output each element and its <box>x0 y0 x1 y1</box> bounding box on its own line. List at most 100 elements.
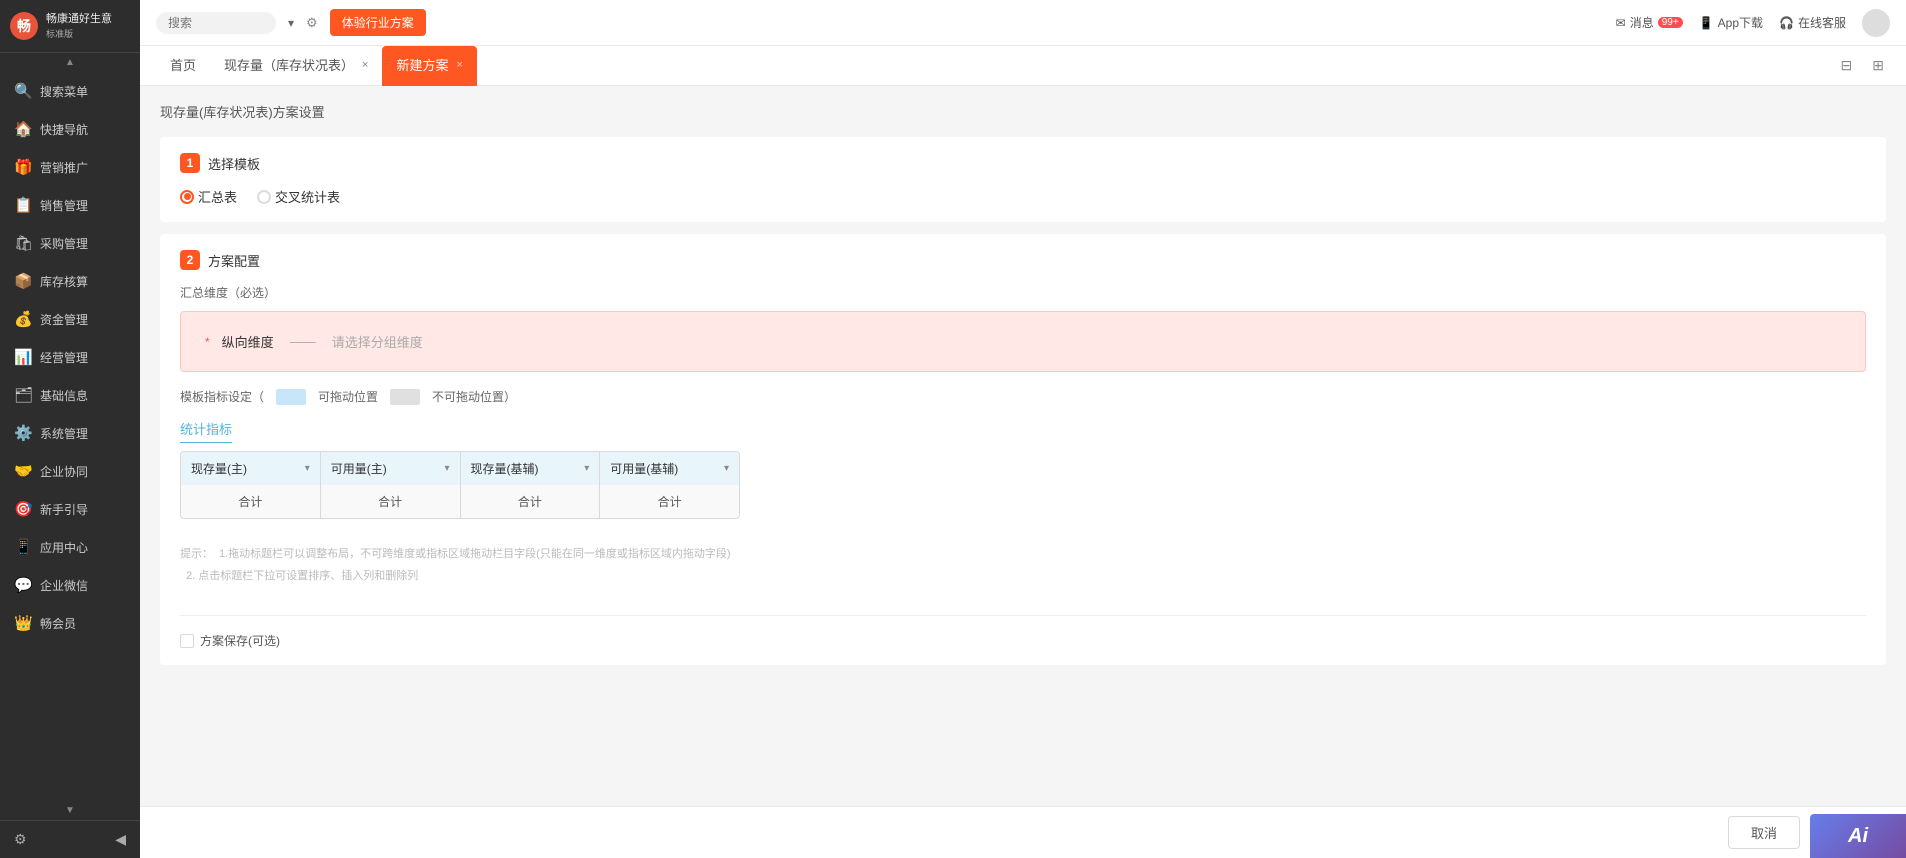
dropdown-icon[interactable]: ▾ <box>288 16 294 30</box>
marketing-icon: 🎁 <box>14 158 32 176</box>
message-icon: ✉ <box>1616 16 1626 30</box>
user-avatar[interactable] <box>1862 9 1890 37</box>
sidebar-item-app-center[interactable]: 📱 应用中心 <box>0 528 140 566</box>
sidebar-item-inventory[interactable]: 📦 库存核算 <box>0 262 140 300</box>
search-menu-icon: 🔍 <box>14 82 32 100</box>
stats-col-3[interactable]: 可用量(基辅) ▾ <box>600 452 739 485</box>
section1-title: 选择模板 <box>208 154 260 173</box>
radio-cross[interactable]: 交叉统计表 <box>257 187 340 206</box>
system-icon: ⚙️ <box>14 424 32 442</box>
sidebar-item-label: 系统管理 <box>40 425 88 442</box>
ai-badge[interactable]: Ai <box>1810 814 1906 858</box>
main-area: ▾ ⚙ 体验行业方案 ✉ 消息 99+ 📱 App下载 🎧 在线客服 首页 <box>140 0 1906 858</box>
stats-col-0[interactable]: 现存量(主) ▾ <box>181 452 321 485</box>
newbie-icon: 🎯 <box>14 500 32 518</box>
section1-num: 1 <box>180 153 200 173</box>
stats-col-1-label: 可用量(主) <box>331 460 387 477</box>
sidebar-item-label: 营销推广 <box>40 159 88 176</box>
sidebar-item-purchase[interactable]: 🛍 采购管理 <box>0 224 140 262</box>
radio-summary[interactable]: 汇总表 <box>180 187 237 206</box>
tab-minimize-icon[interactable]: ⊟ <box>1835 55 1859 76</box>
section2-title: 方案配置 <box>208 251 260 270</box>
sidebar-item-basic-info[interactable]: 🗂 基础信息 <box>0 376 140 414</box>
tab-inventory-status[interactable]: 现存量（库存状况表） × <box>210 46 382 86</box>
new-plan-tab-close[interactable]: × <box>456 59 462 71</box>
settings-icon[interactable]: ⚙ <box>14 831 27 848</box>
not-draggable-label: 不可拖动位置） <box>432 388 516 405</box>
stats-table-header: 现存量(主) ▾ 可用量(主) ▾ 现存量(基辅) ▾ 可用量(基辅) ▾ <box>181 452 739 485</box>
tab-expand-icon[interactable]: ⊞ <box>1866 55 1890 76</box>
sidebar-item-label: 库存核算 <box>40 273 88 290</box>
home-tab-label: 首页 <box>170 55 196 74</box>
save-option-row: 方案保存(可选) <box>180 615 1866 649</box>
stats-col-1[interactable]: 可用量(主) ▾ <box>321 452 461 485</box>
aggregate-label: 汇总维度（必选） <box>180 284 1866 301</box>
sidebar-item-system[interactable]: ⚙️ 系统管理 <box>0 414 140 452</box>
dimension-area[interactable]: * 纵向维度 —— 请选择分组维度 <box>180 311 1866 372</box>
dim-divider: —— <box>290 334 316 349</box>
member-icon: 👑 <box>14 614 32 632</box>
save-checkbox[interactable] <box>180 634 194 648</box>
topbar-left: ▾ ⚙ 体验行业方案 <box>156 9 426 36</box>
tip-2: 2. 点击标题栏下拉可设置排序、插入列和删除列 <box>180 567 1866 583</box>
sales-icon: 📋 <box>14 196 32 214</box>
sidebar-scroll-down[interactable]: ▼ <box>0 801 140 820</box>
sidebar-item-newbie[interactable]: 🎯 新手引导 <box>0 490 140 528</box>
sidebar-item-enterprise[interactable]: 🤝 企业协同 <box>0 452 140 490</box>
search-input[interactable] <box>156 12 276 34</box>
messages-item[interactable]: ✉ 消息 99+ <box>1616 14 1683 31</box>
vertical-dim-label: 纵向维度 <box>222 332 274 351</box>
gear-icon[interactable]: ⚙ <box>306 15 318 31</box>
app-download-icon: 📱 <box>1699 16 1714 30</box>
tab-new-plan[interactable]: 新建方案 × <box>382 46 476 86</box>
stats-table: 现存量(主) ▾ 可用量(主) ▾ 现存量(基辅) ▾ 可用量(基辅) ▾ <box>180 451 740 519</box>
sidebar-item-marketing[interactable]: 🎁 营销推广 <box>0 148 140 186</box>
purchase-icon: 🛍 <box>14 234 32 252</box>
collapse-icon[interactable]: ◀ <box>115 831 126 848</box>
sidebar-item-label: 经营管理 <box>40 349 88 366</box>
ai-badge-text: Ai <box>1848 825 1868 848</box>
wechat-icon: 💬 <box>14 576 32 594</box>
indicator-row: 模板指标设定（ 可拖动位置 不可拖动位置） <box>180 388 1866 405</box>
save-checkbox-label: 方案保存(可选) <box>200 632 280 649</box>
messages-label: 消息 <box>1630 14 1654 31</box>
sidebar-item-sales[interactable]: 📋 销售管理 <box>0 186 140 224</box>
cancel-button[interactable]: 取消 <box>1728 816 1800 849</box>
tab-home[interactable]: 首页 <box>156 46 210 86</box>
trial-button[interactable]: 体验行业方案 <box>330 9 426 36</box>
inventory-icon: 📦 <box>14 272 32 290</box>
new-plan-tab-label: 新建方案 <box>396 55 448 74</box>
headset-icon: 🎧 <box>1779 16 1794 30</box>
stats-col-3-label: 可用量(基辅) <box>610 460 678 477</box>
required-mark: * <box>205 335 210 349</box>
sidebar-item-label: 搜索菜单 <box>40 83 88 100</box>
section2-num: 2 <box>180 250 200 270</box>
indicator-label: 模板指标设定（ <box>180 388 264 405</box>
radio-cross-label: 交叉统计表 <box>275 187 340 206</box>
enterprise-icon: 🤝 <box>14 462 32 480</box>
section2-header: 2 方案配置 <box>180 250 1866 270</box>
app-download-label: App下载 <box>1718 14 1763 31</box>
stats-cell-3: 合计 <box>600 485 739 518</box>
app-download-item[interactable]: 📱 App下载 <box>1699 14 1763 31</box>
sidebar-scroll-up[interactable]: ▲ <box>0 53 140 72</box>
sidebar-item-search-menu[interactable]: 🔍 搜索菜单 <box>0 72 140 110</box>
radio-summary-dot <box>184 193 191 200</box>
online-service-item[interactable]: 🎧 在线客服 <box>1779 14 1846 31</box>
sidebar-item-wechat[interactable]: 💬 企业微信 <box>0 566 140 604</box>
sidebar-item-quick-nav[interactable]: 🏠 快捷导航 <box>0 110 140 148</box>
sidebar-item-operations[interactable]: 📊 经营管理 <box>0 338 140 376</box>
content-area: 现存量(库存状况表)方案设置 1 选择模板 汇总表 交叉统计表 <box>140 86 1906 806</box>
sidebar-item-member[interactable]: 👑 畅会员 <box>0 604 140 642</box>
tabbar: 首页 现存量（库存状况表） × 新建方案 × ⊟ ⊞ <box>140 46 1906 86</box>
app-name: 畅康通好生意 <box>46 12 112 26</box>
sidebar-item-finance[interactable]: 💰 资金管理 <box>0 300 140 338</box>
draggable-label: 可拖动位置 <box>318 388 378 405</box>
finance-icon: 💰 <box>14 310 32 328</box>
section1-header: 1 选择模板 <box>180 153 1866 173</box>
app-edition: 标准版 <box>46 27 112 40</box>
basic-info-icon: 🗂 <box>14 386 32 404</box>
sidebar-item-label: 企业协同 <box>40 463 88 480</box>
stats-col-2[interactable]: 现存量(基辅) ▾ <box>461 452 601 485</box>
inventory-status-tab-close[interactable]: × <box>362 59 368 71</box>
